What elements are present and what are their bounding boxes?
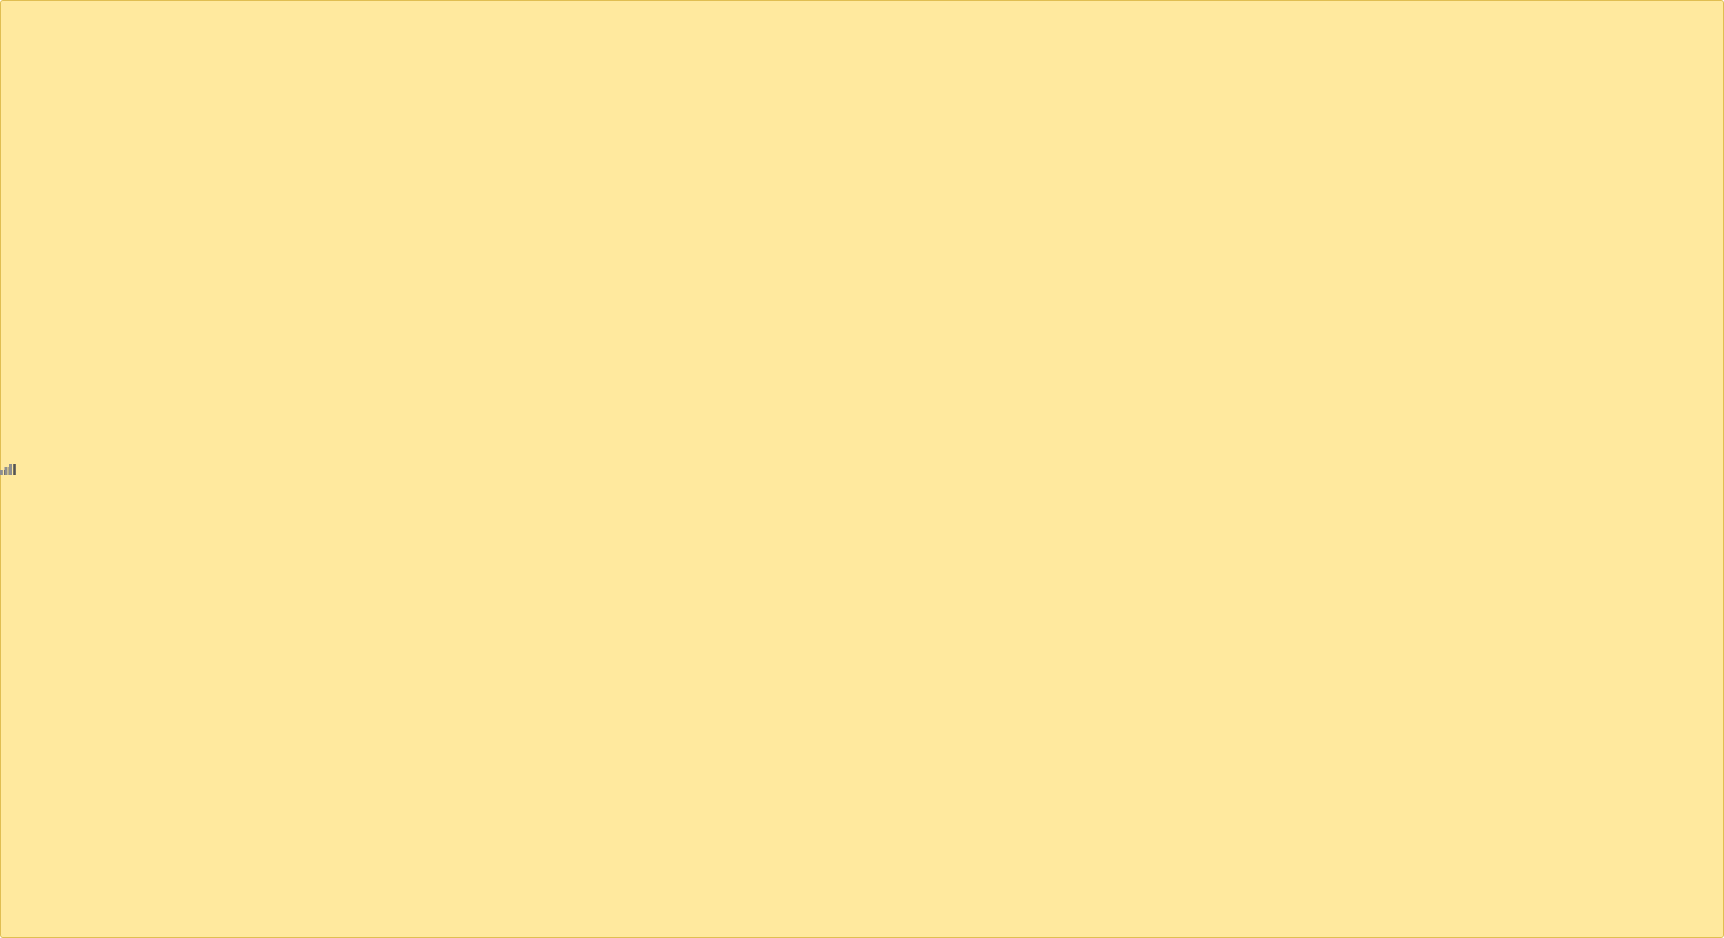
- column-controls: [0, 463, 1541, 790]
- table-head: Выберите цель Интервал дат визита ▼ ?Виз…: [0, 0, 1724, 938]
- column-controls-row: %%%: [0, 0, 1724, 938]
- metrica-traffic-page: Посещаемость 41,6 % визитов из 109 062 С…: [0, 0, 1724, 938]
- metrics-table: Выберите цель Интервал дат визита ▼ ?Виз…: [0, 0, 1724, 938]
- bar-chart-icon[interactable]: [0, 0, 1724, 938]
